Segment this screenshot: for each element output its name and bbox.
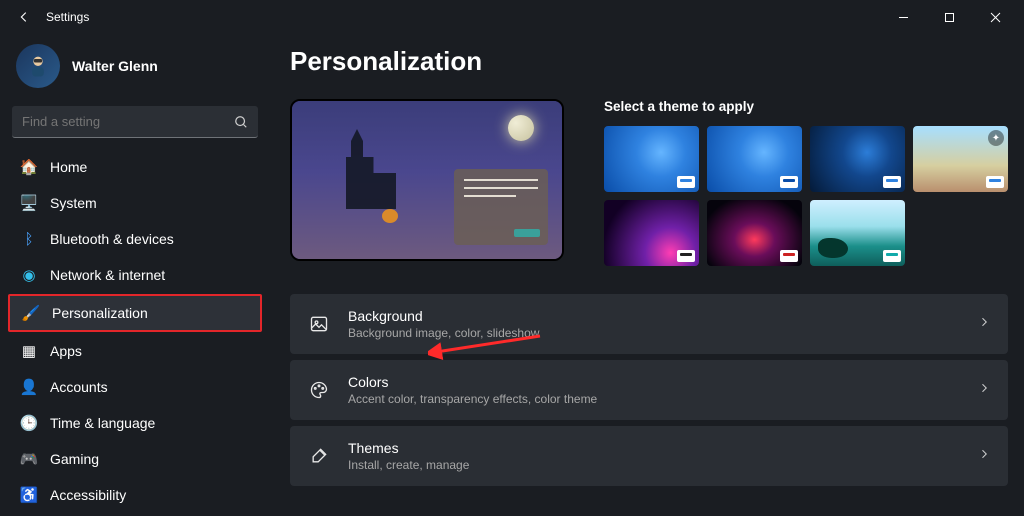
main-content: Personalization Select a theme to apply <box>270 34 1024 516</box>
close-button[interactable] <box>972 3 1018 31</box>
setting-themes[interactable]: Themes Install, create, manage <box>290 426 1008 486</box>
setting-background[interactable]: Background Background image, color, slide… <box>290 294 1008 354</box>
sidebar-item-gaming[interactable]: 🎮 Gaming <box>8 442 262 476</box>
sidebar-item-home[interactable]: 🏠 Home <box>8 150 262 184</box>
sidebar-item-label: Time & language <box>50 415 155 431</box>
user-name: Walter Glenn <box>72 58 158 74</box>
sidebar-item-system[interactable]: 🖥️ System <box>8 186 262 220</box>
setting-title: Background <box>348 308 960 324</box>
search-input[interactable] <box>12 106 258 138</box>
desktop-preview <box>290 99 564 261</box>
sidebar-item-label: Accessibility <box>50 487 126 503</box>
title-bar: Settings <box>0 0 1024 34</box>
paintbrush-icon: 🖌️ <box>22 304 40 322</box>
minimize-icon <box>898 12 909 23</box>
preview-moon <box>508 115 534 141</box>
chevron-right-icon <box>978 447 990 465</box>
preview-pumpkin <box>382 209 398 223</box>
picture-icon <box>308 313 330 335</box>
personalization-top-row: Select a theme to apply ✦ <box>290 99 1008 266</box>
user-profile[interactable]: Walter Glenn <box>8 38 262 100</box>
setting-colors[interactable]: Colors Accent color, transparency effects… <box>290 360 1008 420</box>
theme-tile-4[interactable]: ✦ <box>913 126 1008 192</box>
system-icon: 🖥️ <box>20 194 38 212</box>
maximize-icon <box>944 12 955 23</box>
back-button[interactable] <box>6 3 42 31</box>
brush-icon <box>308 445 330 467</box>
sidebar-item-personalization[interactable]: 🖌️ Personalization <box>8 294 262 332</box>
themes-label: Select a theme to apply <box>604 99 1008 114</box>
sidebar-item-bluetooth[interactable]: ᛒ Bluetooth & devices <box>8 222 262 256</box>
setting-subtitle: Background image, color, slideshow <box>348 326 960 340</box>
preview-window <box>454 169 548 245</box>
sidebar-item-label: Accounts <box>50 379 108 395</box>
arrow-left-icon <box>17 10 31 24</box>
theme-tile-1[interactable] <box>604 126 699 192</box>
sidebar-item-label: Network & internet <box>50 267 165 283</box>
sidebar-item-network[interactable]: ◉ Network & internet <box>8 258 262 292</box>
sidebar-item-time[interactable]: 🕒 Time & language <box>8 406 262 440</box>
sidebar-item-accessibility[interactable]: ♿ Accessibility <box>8 478 262 512</box>
sidebar-item-label: Bluetooth & devices <box>50 231 174 247</box>
close-icon <box>990 12 1001 23</box>
accounts-icon: 👤 <box>20 378 38 396</box>
themes-section: Select a theme to apply ✦ <box>604 99 1008 266</box>
theme-tile-6[interactable] <box>707 200 802 266</box>
home-icon: 🏠 <box>20 158 38 176</box>
setting-title: Colors <box>348 374 960 390</box>
setting-subtitle: Install, create, manage <box>348 458 960 472</box>
setting-title: Themes <box>348 440 960 456</box>
spotlight-icon: ✦ <box>988 130 1004 146</box>
search-container <box>12 106 258 138</box>
theme-tile-7[interactable] <box>810 200 905 266</box>
window-controls <box>880 3 1018 31</box>
maximize-button[interactable] <box>926 3 972 31</box>
accessibility-icon: ♿ <box>20 486 38 504</box>
minimize-button[interactable] <box>880 3 926 31</box>
bluetooth-icon: ᛒ <box>20 230 38 248</box>
sidebar-item-label: Gaming <box>50 451 99 467</box>
search-icon <box>234 115 248 129</box>
gaming-icon: 🎮 <box>20 450 38 468</box>
avatar-icon <box>24 52 52 80</box>
palette-icon <box>308 379 330 401</box>
sidebar: Walter Glenn 🏠 Home 🖥️ System ᛒ Bluetooth &… <box>0 34 270 516</box>
theme-tile-5[interactable] <box>604 200 699 266</box>
sidebar-item-label: Apps <box>50 343 82 359</box>
theme-tile-3[interactable] <box>810 126 905 192</box>
chevron-right-icon <box>978 381 990 399</box>
page-title: Personalization <box>290 46 1008 77</box>
sidebar-item-apps[interactable]: ▦ Apps <box>8 334 262 368</box>
chevron-right-icon <box>978 315 990 333</box>
wifi-icon: ◉ <box>20 266 38 284</box>
sidebar-item-label: Home <box>50 159 87 175</box>
sidebar-item-accounts[interactable]: 👤 Accounts <box>8 370 262 404</box>
sidebar-item-label: System <box>50 195 97 211</box>
clock-icon: 🕒 <box>20 414 38 432</box>
themes-grid: ✦ <box>604 126 1008 266</box>
avatar <box>16 44 60 88</box>
sidebar-item-label: Personalization <box>52 305 148 321</box>
window-title: Settings <box>46 10 89 24</box>
theme-tile-2[interactable] <box>707 126 802 192</box>
setting-subtitle: Accent color, transparency effects, colo… <box>348 392 960 406</box>
apps-icon: ▦ <box>20 342 38 360</box>
